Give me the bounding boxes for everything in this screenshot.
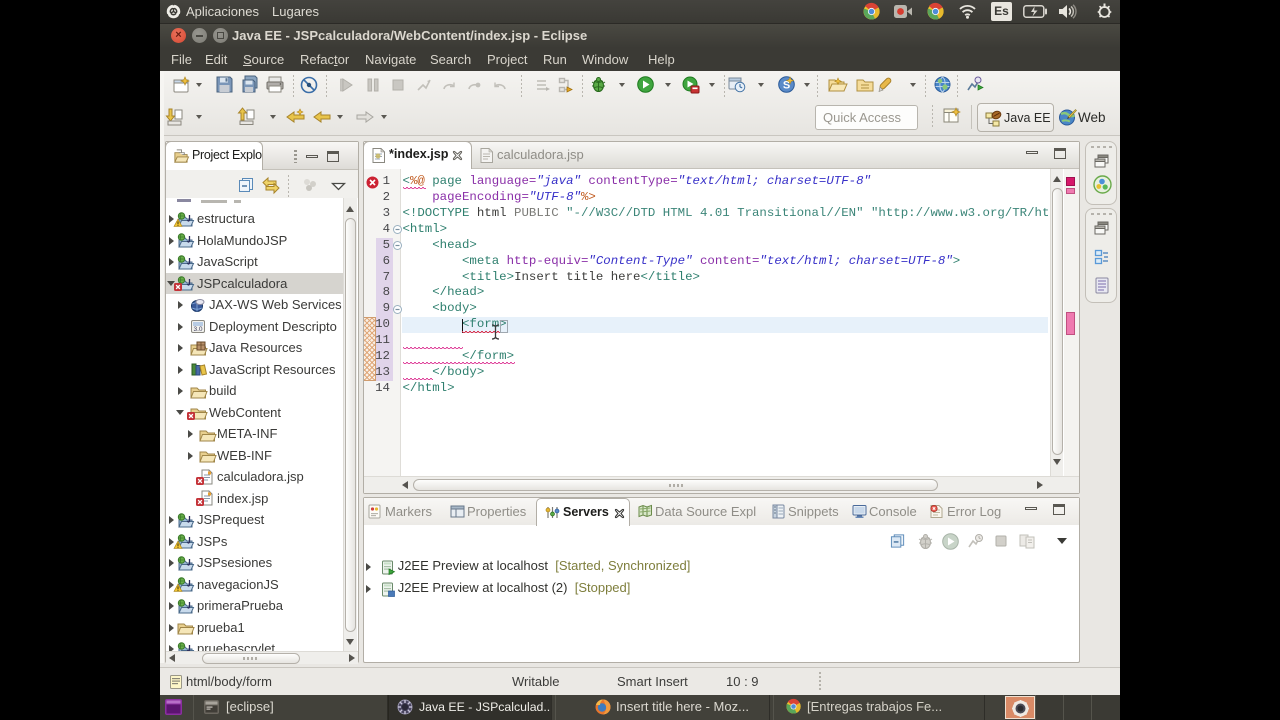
svg-text:3.0: 3.0 [193,326,202,333]
